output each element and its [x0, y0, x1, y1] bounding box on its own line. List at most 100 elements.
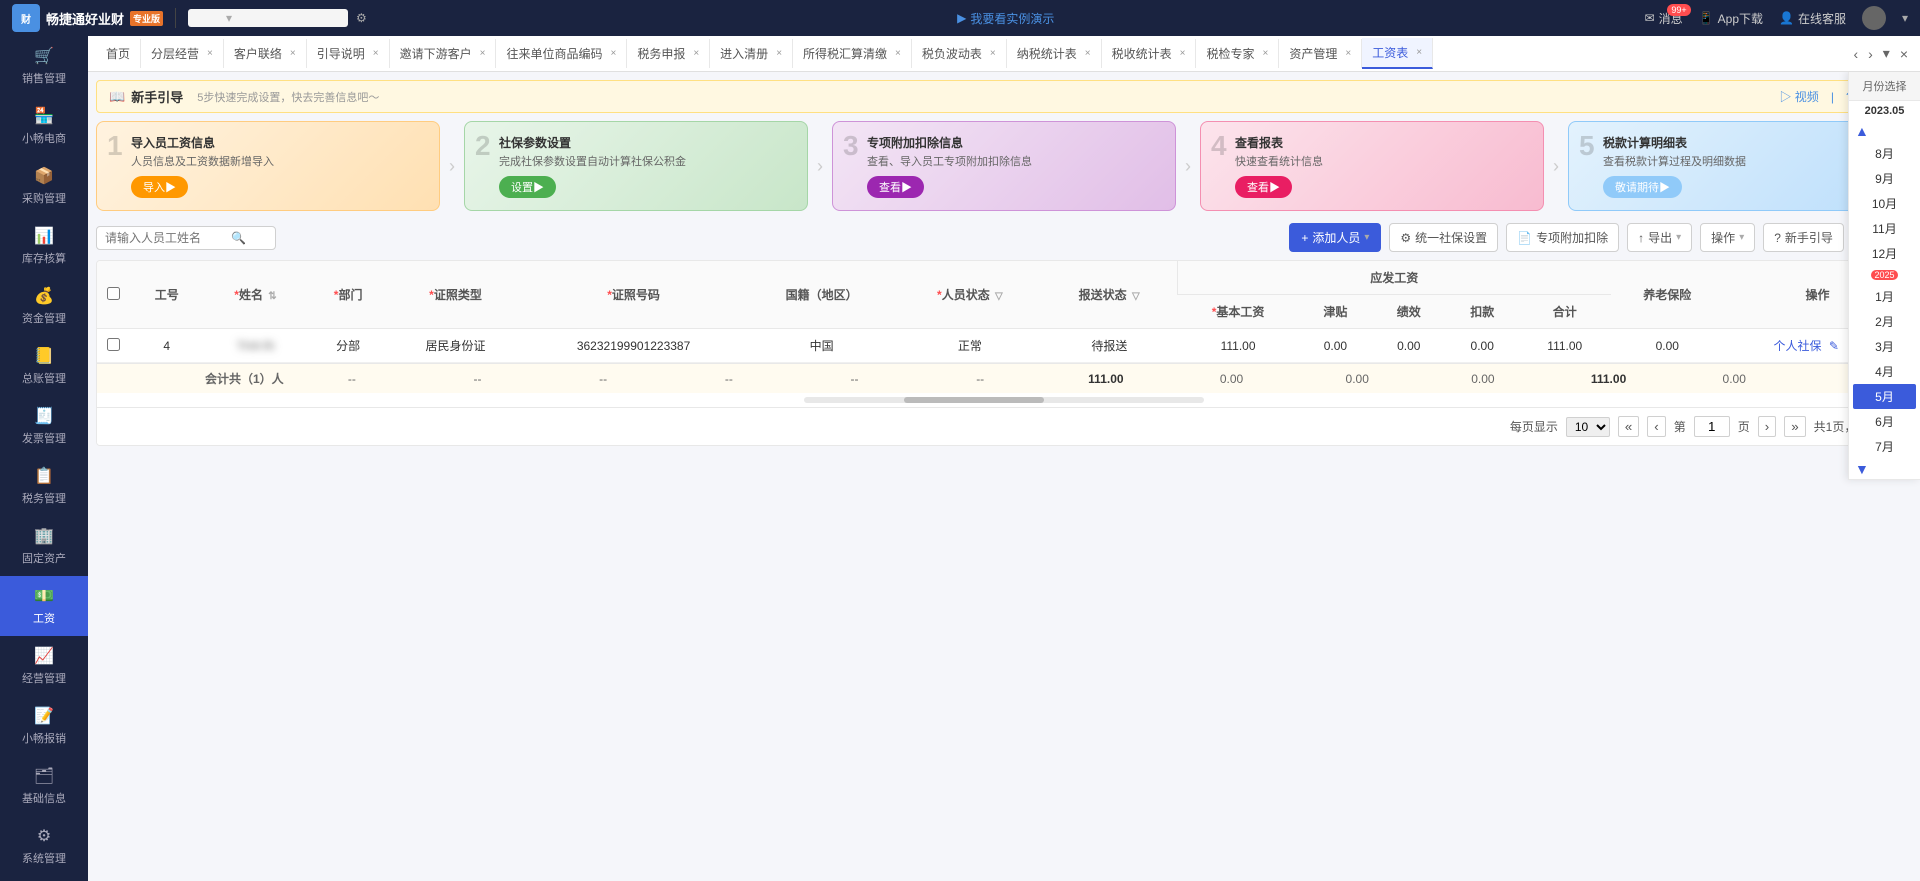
month-5[interactable]: 5月 [1853, 384, 1916, 409]
step-4-button[interactable]: 查看▶ [1235, 176, 1292, 198]
step-3-button[interactable]: 查看▶ [867, 176, 924, 198]
month-8[interactable]: 8月 [1849, 141, 1920, 166]
tab-partition-close[interactable]: × [207, 48, 213, 59]
user-avatar[interactable] [1862, 6, 1886, 30]
sidebar-item-sales[interactable]: 🛒 销售管理 [0, 36, 88, 96]
sidebar-item-tax[interactable]: 📋 税务管理 [0, 456, 88, 516]
month-12[interactable]: 12月 [1849, 241, 1920, 266]
first-page-button[interactable]: « [1618, 416, 1639, 437]
sidebar-item-report[interactable]: 📝 小畅报销 [0, 696, 88, 756]
sidebar-item-capital[interactable]: 💰 资金管理 [0, 276, 88, 336]
guide-video-link[interactable]: ▷ 视频 [1779, 88, 1818, 105]
tab-tax-stats2[interactable]: 税收统计表 × [1102, 39, 1197, 68]
tab-prev-button[interactable]: ‹ [1849, 44, 1862, 64]
sidebar-label-basic: 基础信息 [22, 790, 66, 806]
month-6[interactable]: 6月 [1849, 409, 1920, 434]
sidebar-item-basic[interactable]: 🗂 基础信息 [0, 756, 88, 816]
scroll-thumb[interactable] [904, 397, 1044, 403]
tab-home[interactable]: 首页 [96, 39, 141, 68]
tab-guide[interactable]: 引导说明 × [307, 39, 390, 68]
month-7[interactable]: 7月 [1849, 434, 1920, 459]
tab-product-code[interactable]: 往来单位商品编码 × [496, 39, 627, 68]
tab-tax-relief-close[interactable]: × [990, 48, 996, 59]
last-page-button[interactable]: » [1784, 416, 1805, 437]
step-1-button[interactable]: 导入▶ [131, 176, 188, 198]
name-sort-icon[interactable]: ⇅ [268, 291, 276, 302]
tab-tax-calc[interactable]: 所得税汇算清缴 × [793, 39, 912, 68]
month-next-button[interactable]: ▼ [1855, 461, 1869, 477]
tab-tax-stats-close[interactable]: × [1085, 48, 1091, 59]
row-checkbox[interactable] [107, 338, 120, 351]
sidebar-item-coop[interactable]: 🤝 企业协同 [0, 876, 88, 881]
tab-partition[interactable]: 分层经营 × [141, 39, 224, 68]
add-person-button[interactable]: + 添加人员 ▾ [1289, 223, 1381, 252]
scroll-track[interactable] [804, 397, 1204, 403]
tab-customer-close[interactable]: × [290, 48, 296, 59]
report-filter-icon[interactable]: ▽ [1132, 291, 1140, 302]
tab-clear[interactable]: 进入清册 × [710, 39, 793, 68]
tab-invite-close[interactable]: × [480, 48, 486, 59]
tab-tax-relief[interactable]: 税负波动表 × [912, 39, 1007, 68]
sidebar-item-ecommerce[interactable]: 🏪 小畅电商 [0, 96, 88, 156]
tab-tax-expert[interactable]: 税检专家 × [1196, 39, 1279, 68]
tab-payroll-table[interactable]: 工资表 × [1362, 38, 1433, 69]
sidebar-item-invoice[interactable]: 🧾 发票管理 [0, 396, 88, 456]
sidebar-item-purchase[interactable]: 📦 采购管理 [0, 156, 88, 216]
month-9[interactable]: 9月 [1849, 166, 1920, 191]
message-button[interactable]: ✉ 消息 99+ [1645, 10, 1683, 27]
special-deduction-button[interactable]: 📄 专项附加扣除 [1506, 223, 1619, 252]
personal-insurance-link[interactable]: 个人社保 [1774, 339, 1822, 353]
social-insurance-button[interactable]: ⚙ 统一社保设置 [1389, 223, 1498, 252]
search-input[interactable] [105, 231, 225, 245]
per-page-select[interactable]: 10 20 50 [1566, 417, 1610, 437]
tab-guide-close[interactable]: × [373, 48, 379, 59]
tab-clear-close[interactable]: × [776, 48, 782, 59]
tab-tax-stats[interactable]: 纳税统计表 × [1007, 39, 1102, 68]
tab-menu-button[interactable]: ▾ [1879, 43, 1894, 64]
edit-link[interactable]: ✎ [1829, 339, 1839, 353]
user-menu-icon[interactable]: ▾ [1902, 11, 1908, 25]
sidebar-item-assets[interactable]: 🏢 固定资产 [0, 516, 88, 576]
status-filter-icon[interactable]: ▽ [995, 291, 1003, 302]
app-download-button[interactable]: 📱 App下载 [1699, 10, 1763, 27]
workspace-dropdown-icon[interactable]: ▾ [226, 11, 232, 25]
month-2[interactable]: 2月 [1849, 309, 1920, 334]
action-button[interactable]: 操作 ▾ [1700, 223, 1755, 252]
month-11[interactable]: 11月 [1849, 216, 1920, 241]
page-input[interactable] [1694, 416, 1730, 437]
step-5-button[interactable]: 敬请期待▶ [1603, 176, 1682, 198]
prev-page-button[interactable]: ‹ [1647, 416, 1665, 437]
tab-tax-stats2-close[interactable]: × [1180, 48, 1186, 59]
tab-tax-report[interactable]: 税务申报 × [627, 39, 710, 68]
tab-asset-mgmt[interactable]: 资产管理 × [1279, 39, 1362, 68]
tab-payroll-table-close[interactable]: × [1416, 47, 1422, 58]
export-button[interactable]: ↑ 导出 ▾ [1627, 223, 1692, 252]
tab-tax-report-close[interactable]: × [693, 48, 699, 59]
select-all-checkbox[interactable] [107, 287, 120, 300]
month-3[interactable]: 3月 [1849, 334, 1920, 359]
sidebar-item-inventory[interactable]: 📊 库存核算 [0, 216, 88, 276]
sidebar-item-payroll[interactable]: 💵 工资 [0, 576, 88, 636]
sidebar-item-operations[interactable]: 📈 经营管理 [0, 636, 88, 696]
guide-button[interactable]: ? 新手引导 [1763, 223, 1844, 252]
settings-gear-icon[interactable]: ⚙ [356, 11, 367, 25]
tab-next-button[interactable]: › [1864, 44, 1877, 64]
online-service-button[interactable]: 👤 在线客服 [1779, 10, 1846, 27]
tab-asset-mgmt-close[interactable]: × [1345, 48, 1351, 59]
demo-text[interactable]: 我要看实例演示 [970, 10, 1054, 27]
tab-invite[interactable]: 邀请下游客户 × [390, 39, 497, 68]
sidebar-item-system[interactable]: ⚙ 系统管理 [0, 816, 88, 876]
next-page-button[interactable]: › [1758, 416, 1776, 437]
month-10[interactable]: 10月 [1849, 191, 1920, 216]
month-1[interactable]: 1月 [1849, 284, 1920, 309]
step-2-button[interactable]: 设置▶ [499, 176, 556, 198]
month-prev-button[interactable]: ▲ [1855, 123, 1869, 139]
tab-tax-expert-close[interactable]: × [1262, 48, 1268, 59]
tab-product-code-close[interactable]: × [610, 48, 616, 59]
tab-customer[interactable]: 客户联络 × [224, 39, 307, 68]
month-4[interactable]: 4月 [1849, 359, 1920, 384]
sidebar-item-ledger[interactable]: 📒 总账管理 [0, 336, 88, 396]
tab-tax-calc-close[interactable]: × [895, 48, 901, 59]
search-icon[interactable]: 🔍 [231, 231, 246, 245]
tab-close-all-button[interactable]: × [1896, 44, 1912, 64]
